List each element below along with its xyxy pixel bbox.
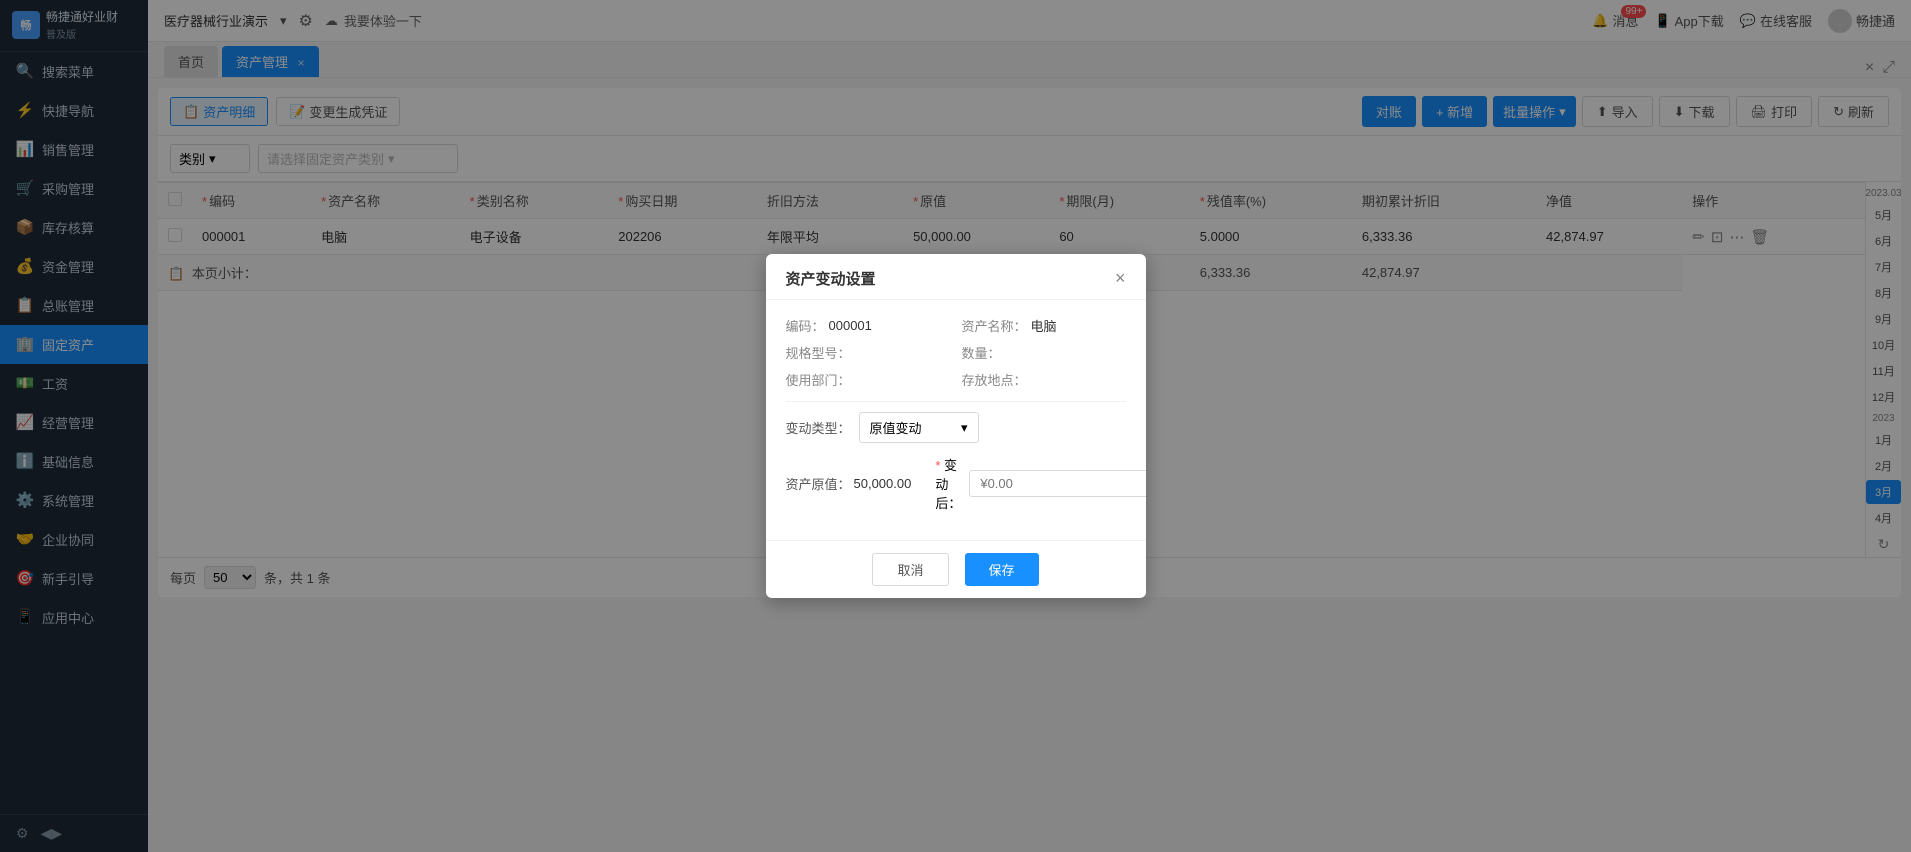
- modal-after-input[interactable]: [969, 470, 1145, 497]
- modal-close-btn[interactable]: ×: [1115, 268, 1126, 289]
- modal-code-label: 编码：: [786, 316, 825, 335]
- modal-change-type-label: 变动类型：: [786, 418, 851, 437]
- modal-divider: [786, 401, 1126, 402]
- modal-quantity-label: 数量：: [962, 343, 1001, 362]
- modal-asset-name-value: 电脑: [1031, 316, 1057, 335]
- asset-change-modal: 资产变动设置 × 编码： 000001 资产名称： 电脑 规格型号： 数量：: [766, 254, 1146, 598]
- modal-quantity-item: 数量：: [962, 343, 1126, 362]
- save-button[interactable]: 保存: [965, 553, 1039, 586]
- modal-after-label: 变动后：: [935, 458, 961, 511]
- modal-asset-name-label: 资产名称：: [962, 316, 1027, 335]
- modal-dept-item: 使用部门：: [786, 370, 950, 389]
- change-type-chevron: ▾: [961, 420, 968, 436]
- modal-title: 资产变动设置: [786, 268, 876, 289]
- modal-change-type-select[interactable]: 原值变动 ▾: [859, 412, 979, 443]
- modal-location-label: 存放地点：: [962, 370, 1027, 389]
- modal-original-value: 50,000.00: [854, 476, 912, 491]
- modal-overlay: 资产变动设置 × 编码： 000001 资产名称： 电脑 规格型号： 数量：: [0, 0, 1911, 852]
- modal-location-item: 存放地点：: [962, 370, 1126, 389]
- change-type-value: 原值变动: [870, 418, 922, 437]
- modal-value-row: 资产原值： 50,000.00 * 变动后：: [786, 455, 1126, 512]
- modal-body: 编码： 000001 资产名称： 电脑 规格型号： 数量： 使用部门：: [766, 300, 1146, 540]
- required-star: *: [935, 458, 940, 473]
- modal-code-value: 000001: [829, 318, 872, 333]
- modal-spec-item: 规格型号：: [786, 343, 950, 362]
- modal-original-label: 资产原值：: [786, 474, 846, 493]
- modal-dept-label: 使用部门：: [786, 370, 851, 389]
- modal-spec-label: 规格型号：: [786, 343, 851, 362]
- modal-code-item: 编码： 000001: [786, 316, 950, 335]
- modal-info-grid: 编码： 000001 资产名称： 电脑 规格型号： 数量： 使用部门：: [786, 316, 1126, 389]
- modal-change-type-row: 变动类型： 原值变动 ▾: [786, 412, 1126, 443]
- modal-footer: 取消 保存: [766, 540, 1146, 598]
- modal-asset-name-item: 资产名称： 电脑: [962, 316, 1126, 335]
- modal-header: 资产变动设置 ×: [766, 254, 1146, 300]
- cancel-button[interactable]: 取消: [872, 553, 948, 586]
- modal-required-mark: * 变动后：: [935, 455, 961, 512]
